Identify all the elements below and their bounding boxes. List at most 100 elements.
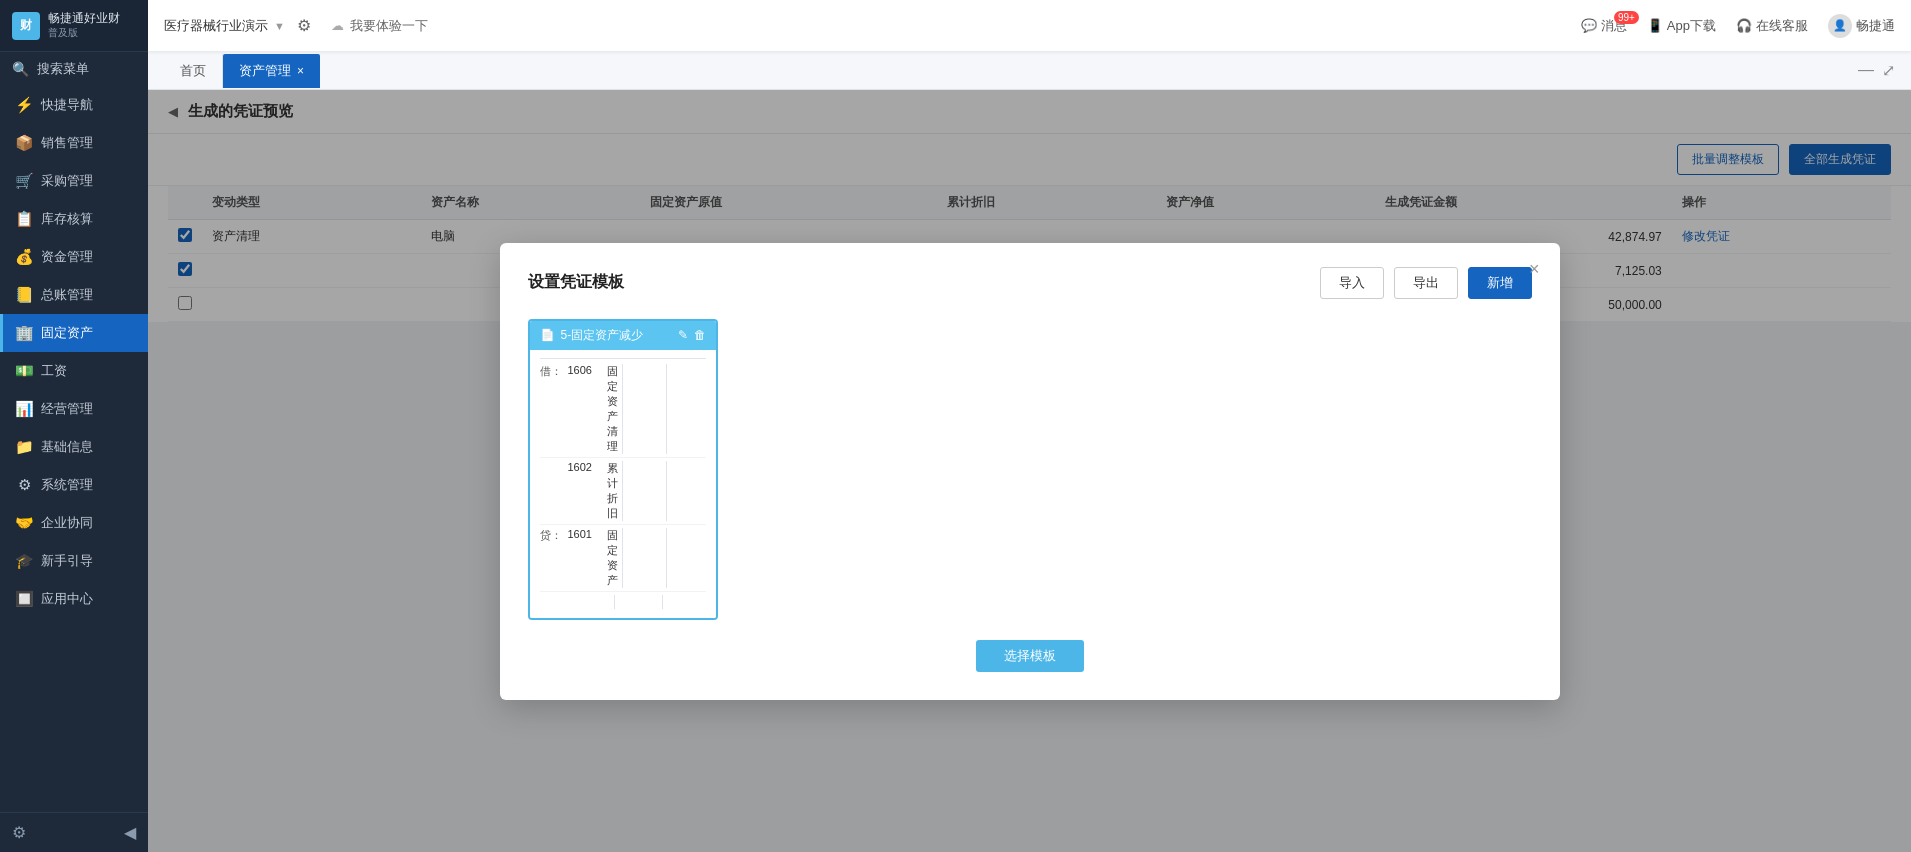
- purchase-icon: 🛒: [15, 172, 33, 190]
- cloud-icon: ☁: [331, 18, 344, 33]
- sidebar-item-fixed-assets[interactable]: 🏢 固定资产: [0, 314, 148, 352]
- headset-icon: 🎧: [1736, 18, 1752, 33]
- finance-icon: 💰: [15, 248, 33, 266]
- template-delete-icon[interactable]: 🗑: [694, 328, 706, 342]
- topbar-settings-icon[interactable]: ⚙: [297, 16, 311, 35]
- company-arrow-icon: ▼: [274, 20, 285, 32]
- sidebar-item-label: 系统管理: [41, 476, 93, 494]
- template-row-2: 1602 累计折旧: [540, 458, 706, 525]
- template-col-headers: [540, 356, 706, 359]
- template-card-body: 借： 1606 固定资产清理 1602 累计折旧: [530, 350, 716, 618]
- row-credit-2: [666, 461, 706, 521]
- sidebar-item-quick-nav[interactable]: ⚡ 快捷导航: [0, 86, 148, 124]
- company-name: 医疗器械行业演示: [164, 17, 268, 35]
- message-icon: 💬: [1581, 18, 1597, 33]
- search-menu[interactable]: 🔍 搜索菜单: [0, 52, 148, 86]
- template-doc-icon: 📄: [540, 328, 555, 342]
- sidebar-item-label: 销售管理: [41, 134, 93, 152]
- sidebar-item-guide[interactable]: 🎓 新手引导: [0, 542, 148, 580]
- tab-minimize-icon[interactable]: —: [1858, 61, 1874, 80]
- fixed-assets-icon: 🏢: [15, 324, 33, 342]
- select-template-btn[interactable]: 选择模板: [976, 640, 1084, 672]
- search-label: 搜索菜单: [37, 60, 89, 78]
- sidebar-item-app-center[interactable]: 🔲 应用中心: [0, 580, 148, 618]
- sidebar-item-purchase[interactable]: 🛒 采购管理: [0, 162, 148, 200]
- sidebar-scroll: ⚡ 快捷导航 📦 销售管理 🛒 采购管理 📋 库存核算 💰 资金管理 📒 总账管…: [0, 86, 148, 812]
- row-debit-1: [622, 364, 662, 454]
- content: ◀ 生成的凭证预览 批量调整模板 全部生成凭证 变动类型 资产名称 固定资产原值…: [148, 90, 1911, 852]
- sidebar-item-label: 快捷导航: [41, 96, 93, 114]
- tab-home-label: 首页: [180, 63, 206, 78]
- row-credit-3: [666, 528, 706, 588]
- sidebar-item-sales[interactable]: 📦 销售管理: [0, 124, 148, 162]
- settings-bottom-icon[interactable]: ⚙: [12, 823, 26, 842]
- export-btn[interactable]: 导出: [1394, 267, 1458, 299]
- sidebar-item-system[interactable]: ⚙ 系统管理: [0, 466, 148, 504]
- guide-icon: 🎓: [15, 552, 33, 570]
- select-template-area: 选择模板: [528, 640, 1532, 672]
- app-download-btn[interactable]: 📱 App下载: [1647, 17, 1716, 35]
- row-code-2: 1602: [568, 461, 603, 521]
- tab-asset-management[interactable]: 资产管理 ×: [223, 54, 320, 88]
- dialog-overlay: 设置凭证模板 导入 导出 新增 × 📄 5-固: [148, 90, 1911, 852]
- template-card-title: 5-固定资产减少: [561, 327, 644, 344]
- operations-icon: 📊: [15, 400, 33, 418]
- sidebar-item-label: 基础信息: [41, 438, 93, 456]
- row-debit-empty: [614, 595, 658, 609]
- main-area: 医疗器械行业演示 ▼ ⚙ ☁ 我要体验一下 💬 消息 99+ 📱 App下载 🎧…: [148, 0, 1911, 852]
- app-label: App下载: [1667, 17, 1716, 35]
- tab-maximize-icon[interactable]: ⤢: [1882, 61, 1895, 80]
- dialog: 设置凭证模板 导入 导出 新增 × 📄 5-固: [500, 243, 1560, 700]
- system-icon: ⚙: [15, 476, 33, 494]
- row-credit-1: [666, 364, 706, 454]
- new-btn[interactable]: 新增: [1468, 267, 1532, 299]
- company-selector[interactable]: 医疗器械行业演示 ▼: [164, 17, 285, 35]
- phone-icon: 📱: [1647, 18, 1663, 33]
- tab-bar: 首页 资产管理 × — ⤢: [148, 52, 1911, 90]
- sidebar-item-enterprise[interactable]: 🤝 企业协同: [0, 504, 148, 542]
- topbar-right: 💬 消息 99+ 📱 App下载 🎧 在线客服 👤 畅捷通: [1581, 14, 1895, 38]
- template-row-3: 贷： 1601 固定资产: [540, 525, 706, 592]
- template-card-header-icons: ✎ 🗑: [678, 328, 706, 342]
- sidebar-item-finance[interactable]: 💰 资金管理: [0, 238, 148, 276]
- row-debit-3: [622, 528, 662, 588]
- row-type-2: [540, 461, 564, 521]
- experience-label: 我要体验一下: [350, 17, 428, 35]
- collapse-icon[interactable]: ◀: [124, 823, 136, 842]
- sidebar-item-operations[interactable]: 📊 经营管理: [0, 390, 148, 428]
- dialog-actions: 导入 导出 新增: [1320, 267, 1532, 299]
- sidebar-item-label: 总账管理: [41, 286, 93, 304]
- enterprise-icon: 🤝: [15, 514, 33, 532]
- sidebar-item-label: 资金管理: [41, 248, 93, 266]
- service-btn[interactable]: 🎧 在线客服: [1736, 17, 1808, 35]
- import-btn[interactable]: 导入: [1320, 267, 1384, 299]
- template-edit-icon[interactable]: ✎: [678, 328, 688, 342]
- user-btn[interactable]: 👤 畅捷通: [1828, 14, 1895, 38]
- template-card-1[interactable]: 📄 5-固定资产减少 ✎ 🗑: [528, 319, 718, 620]
- dialog-close-icon[interactable]: ×: [1529, 259, 1540, 280]
- template-card-header-left: 📄 5-固定资产减少: [540, 327, 644, 344]
- row-code-3: 1601: [568, 528, 603, 588]
- message-btn[interactable]: 💬 消息 99+: [1581, 17, 1627, 35]
- sidebar-item-inventory[interactable]: 📋 库存核算: [0, 200, 148, 238]
- sidebar-item-salary[interactable]: 💵 工资: [0, 352, 148, 390]
- experience-btn[interactable]: ☁ 我要体验一下: [331, 17, 428, 35]
- sidebar-logo: 财 畅捷通好业财 普及版: [0, 0, 148, 52]
- tab-close-icon[interactable]: ×: [297, 64, 304, 78]
- row-name-1: 固定资产清理: [607, 364, 618, 454]
- sidebar-item-label: 工资: [41, 362, 67, 380]
- sidebar: 财 畅捷通好业财 普及版 🔍 搜索菜单 ⚡ 快捷导航 📦 销售管理 🛒 采购管理…: [0, 0, 148, 852]
- row-credit-empty: [662, 595, 706, 609]
- template-row-empty: [540, 592, 706, 612]
- tab-bar-actions: — ⤢: [1858, 61, 1895, 80]
- sidebar-item-ledger[interactable]: 📒 总账管理: [0, 276, 148, 314]
- message-badge: 99+: [1614, 11, 1639, 24]
- logo-text: 畅捷通好业财: [48, 11, 120, 27]
- dialog-header: 设置凭证模板 导入 导出 新增: [528, 267, 1532, 299]
- service-label: 在线客服: [1756, 17, 1808, 35]
- sidebar-item-basic-info[interactable]: 📁 基础信息: [0, 428, 148, 466]
- logo-icon: 财: [12, 12, 40, 40]
- row-type-debit: 借：: [540, 364, 564, 454]
- tab-home[interactable]: 首页: [164, 54, 223, 88]
- row-name-3: 固定资产: [607, 528, 618, 588]
